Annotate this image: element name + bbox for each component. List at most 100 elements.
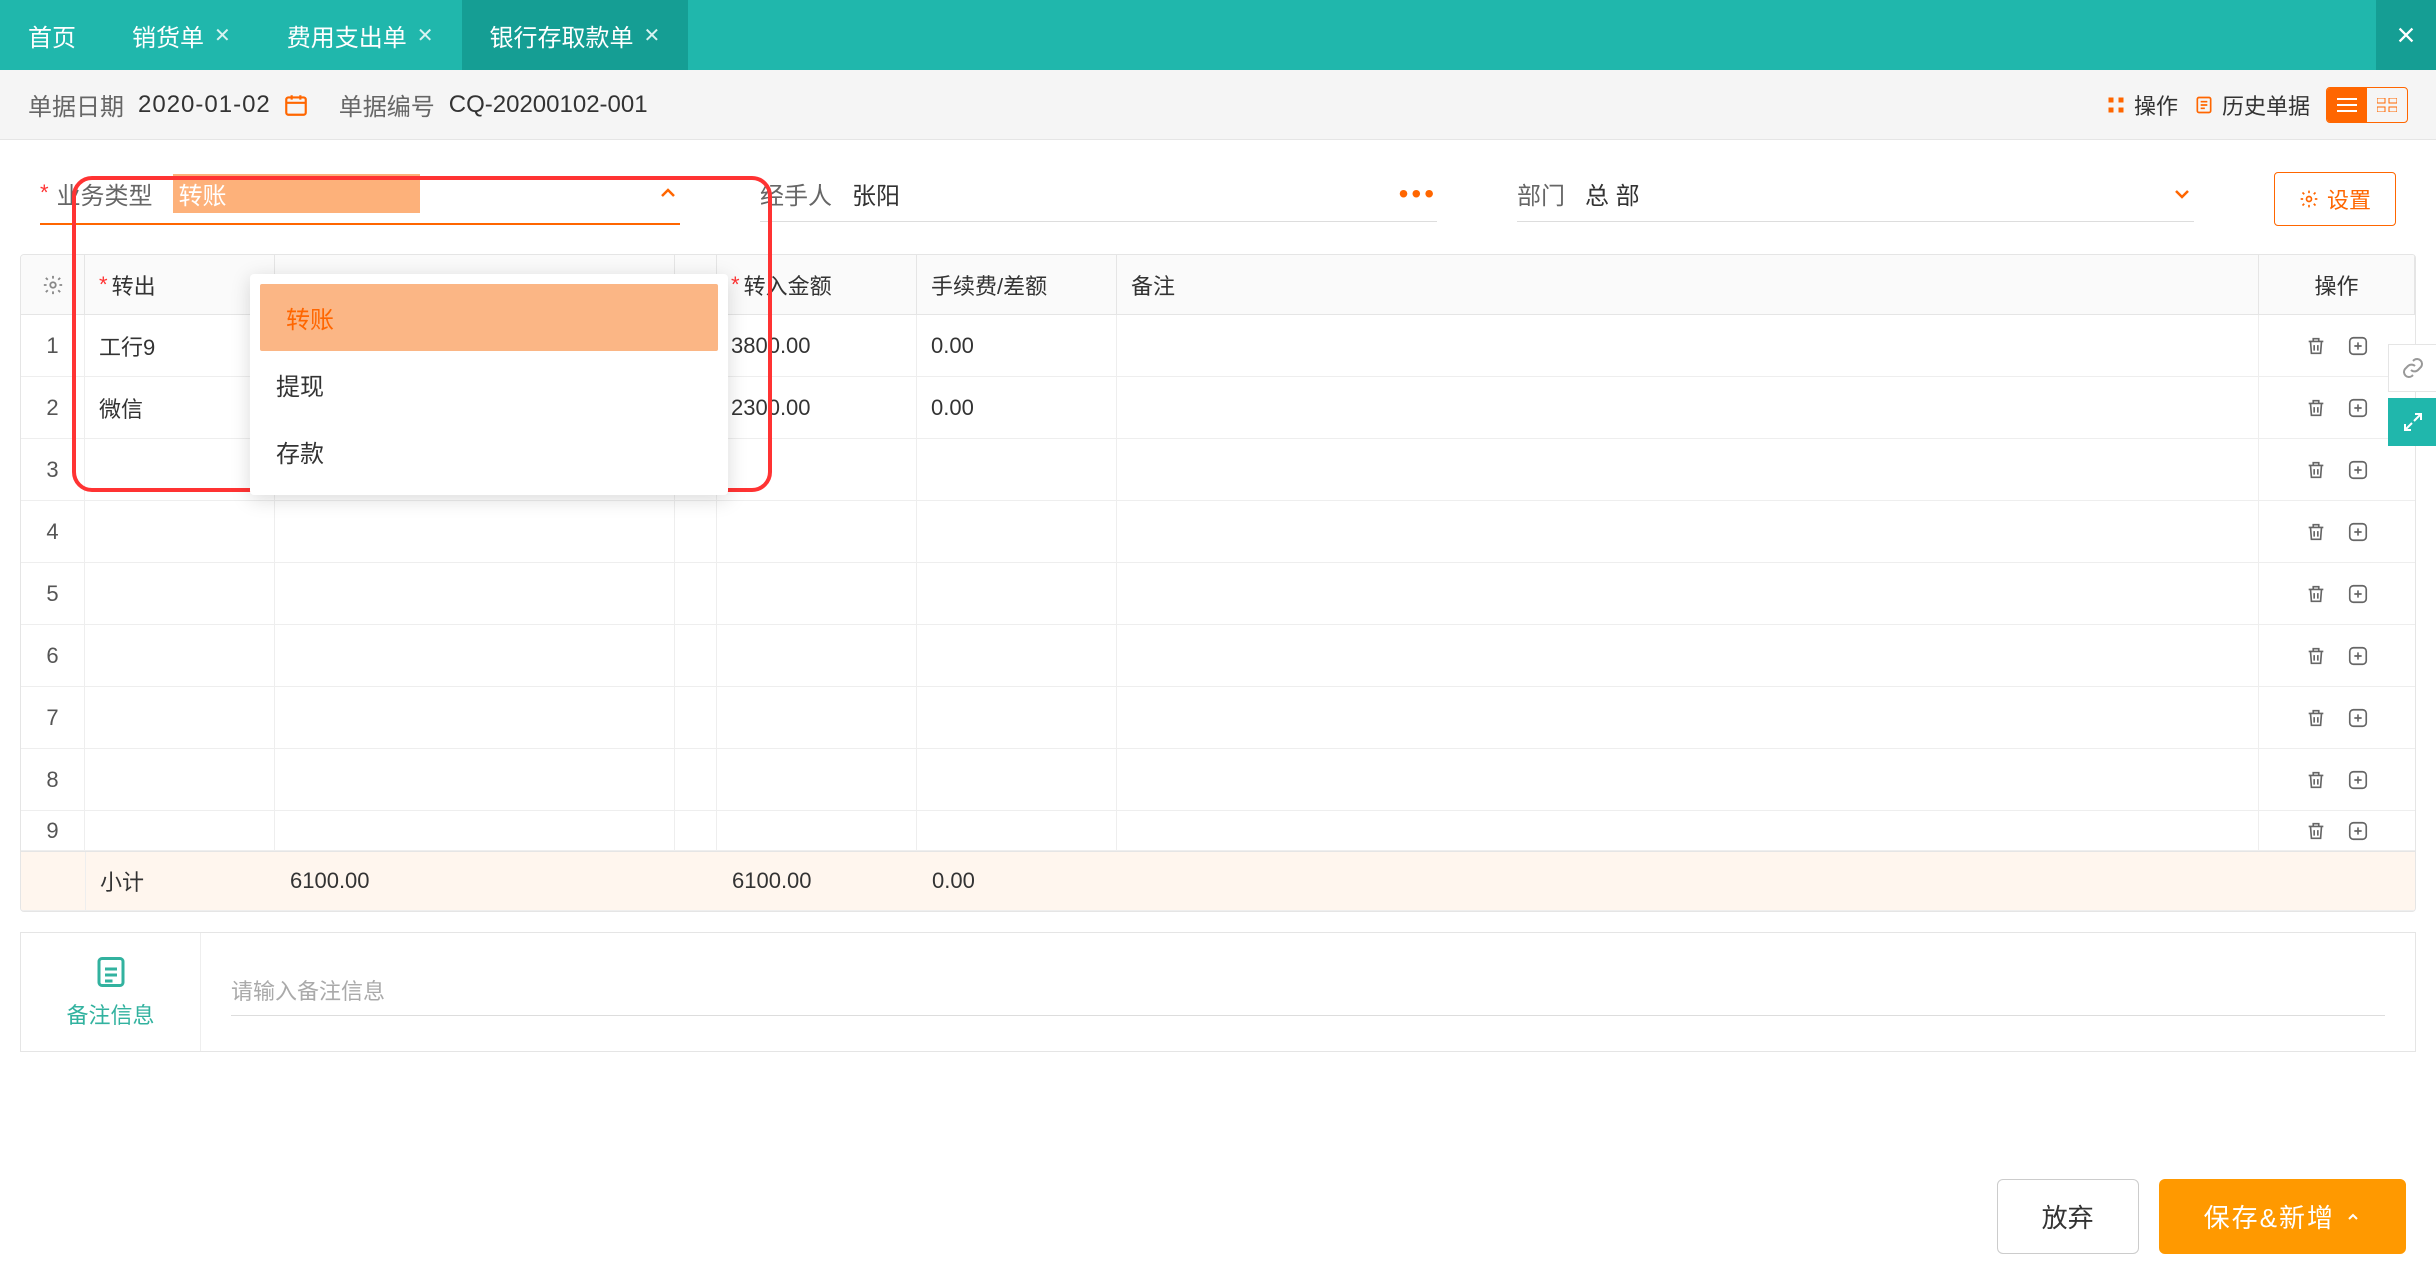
cell-note[interactable]	[1117, 439, 2259, 500]
dropdown-option-transfer[interactable]: 转账	[260, 284, 718, 351]
expand-tool[interactable]	[2388, 398, 2436, 446]
cell-out-amt[interactable]	[275, 811, 675, 850]
delete-row-button[interactable]	[2305, 397, 2327, 419]
save-button[interactable]: 保存&新增	[2159, 1179, 2406, 1254]
calendar-icon[interactable]	[283, 92, 309, 118]
history-button[interactable]: 历史单据	[2194, 89, 2310, 121]
cell-out-amt[interactable]	[275, 687, 675, 748]
cell-note[interactable]	[1117, 563, 2259, 624]
cell-in-acct[interactable]	[675, 811, 717, 850]
delete-row-button[interactable]	[2305, 645, 2327, 667]
discard-button[interactable]: 放弃	[1997, 1179, 2139, 1254]
cell-out-amt[interactable]	[275, 625, 675, 686]
delete-row-button[interactable]	[2305, 769, 2327, 791]
cell-note[interactable]	[1117, 749, 2259, 810]
cell-fee[interactable]	[917, 501, 1117, 562]
cell-in-amt[interactable]: 2300.00	[717, 377, 917, 438]
add-row-button[interactable]	[2347, 645, 2369, 667]
dropdown-option-withdraw[interactable]: 提现	[250, 351, 728, 418]
add-row-button[interactable]	[2347, 707, 2369, 729]
table-row[interactable]: 6	[21, 625, 2415, 687]
dropdown-option-deposit[interactable]: 存款	[250, 418, 728, 485]
table-row[interactable]: 7	[21, 687, 2415, 749]
tab-home[interactable]: 首页	[0, 0, 104, 70]
cell-fee[interactable]	[917, 811, 1117, 850]
cell-in-acct[interactable]	[675, 687, 717, 748]
handler-field[interactable]: 经手人 张阳 •••	[760, 176, 1437, 222]
view-list-button[interactable]	[2327, 88, 2367, 122]
cell-in-amt[interactable]	[717, 563, 917, 624]
cell-in-amt[interactable]	[717, 439, 917, 500]
view-grid-button[interactable]	[2367, 88, 2407, 122]
add-row-button[interactable]	[2347, 769, 2369, 791]
cell-in-acct[interactable]	[675, 749, 717, 810]
tab-bank-transfer[interactable]: 银行存取款单✕	[462, 0, 689, 70]
add-row-button[interactable]	[2347, 335, 2369, 357]
table-row[interactable]: 4	[21, 501, 2415, 563]
gear-icon[interactable]	[21, 255, 85, 314]
table-row[interactable]: 8	[21, 749, 2415, 811]
cell-out-amt[interactable]	[275, 563, 675, 624]
cell-note[interactable]	[1117, 315, 2259, 376]
link-tool[interactable]	[2388, 344, 2436, 392]
cell-note[interactable]	[1117, 377, 2259, 438]
cell-fee[interactable]	[917, 687, 1117, 748]
cell-fee[interactable]	[917, 439, 1117, 500]
cell-fee[interactable]: 0.00	[917, 315, 1117, 376]
delete-row-button[interactable]	[2305, 820, 2327, 842]
delete-row-button[interactable]	[2305, 335, 2327, 357]
cell-fee[interactable]	[917, 625, 1117, 686]
settings-button[interactable]: 设置	[2274, 172, 2396, 226]
biz-type-field[interactable]: * 业务类型 转账	[40, 174, 680, 225]
delete-row-button[interactable]	[2305, 521, 2327, 543]
cell-out-acct[interactable]	[85, 749, 275, 810]
tab-sales[interactable]: 销货单✕	[104, 0, 259, 70]
add-row-button[interactable]	[2347, 583, 2369, 605]
cell-out-acct[interactable]	[85, 811, 275, 850]
chevron-down-icon[interactable]	[2170, 182, 2194, 206]
delete-row-button[interactable]	[2305, 459, 2327, 481]
close-icon[interactable]: ✕	[214, 23, 231, 48]
cell-in-amt[interactable]	[717, 749, 917, 810]
cell-out-amt[interactable]	[275, 749, 675, 810]
close-icon[interactable]: ✕	[417, 23, 434, 48]
cell-in-amt[interactable]: 3800.00	[717, 315, 917, 376]
add-row-button[interactable]	[2347, 820, 2369, 842]
chevron-up-icon[interactable]	[656, 181, 680, 205]
table-row[interactable]: 9	[21, 811, 2415, 851]
cell-out-acct[interactable]	[85, 625, 275, 686]
delete-row-button[interactable]	[2305, 707, 2327, 729]
remark-input[interactable]	[231, 969, 2385, 1016]
add-row-button[interactable]	[2347, 521, 2369, 543]
date-value[interactable]: 2020-01-02	[138, 91, 271, 119]
cell-out-acct[interactable]	[85, 563, 275, 624]
cell-fee[interactable]	[917, 563, 1117, 624]
cell-note[interactable]	[1117, 501, 2259, 562]
close-panel-button[interactable]	[2376, 0, 2436, 70]
cell-out-amt[interactable]	[275, 501, 675, 562]
cell-in-acct[interactable]	[675, 625, 717, 686]
cell-out-acct[interactable]: 工行9	[85, 315, 275, 376]
cell-out-acct[interactable]	[85, 687, 275, 748]
cell-in-amt[interactable]	[717, 625, 917, 686]
more-icon[interactable]: •••	[1399, 178, 1437, 210]
cell-note[interactable]	[1117, 687, 2259, 748]
close-icon[interactable]: ✕	[644, 23, 661, 48]
tab-expense[interactable]: 费用支出单✕	[259, 0, 462, 70]
delete-row-button[interactable]	[2305, 583, 2327, 605]
table-row[interactable]: 5	[21, 563, 2415, 625]
cell-in-amt[interactable]	[717, 687, 917, 748]
add-row-button[interactable]	[2347, 397, 2369, 419]
cell-out-acct[interactable]	[85, 439, 275, 500]
cell-in-amt[interactable]	[717, 811, 917, 850]
cell-in-acct[interactable]	[675, 501, 717, 562]
dept-field[interactable]: 部门 总 部	[1517, 176, 2194, 222]
cell-fee[interactable]	[917, 749, 1117, 810]
operate-button[interactable]: 操作	[2106, 89, 2178, 121]
cell-in-acct[interactable]	[675, 563, 717, 624]
cell-out-acct[interactable]	[85, 501, 275, 562]
cell-out-acct[interactable]: 微信	[85, 377, 275, 438]
add-row-button[interactable]	[2347, 459, 2369, 481]
cell-note[interactable]	[1117, 811, 2259, 850]
cell-note[interactable]	[1117, 625, 2259, 686]
